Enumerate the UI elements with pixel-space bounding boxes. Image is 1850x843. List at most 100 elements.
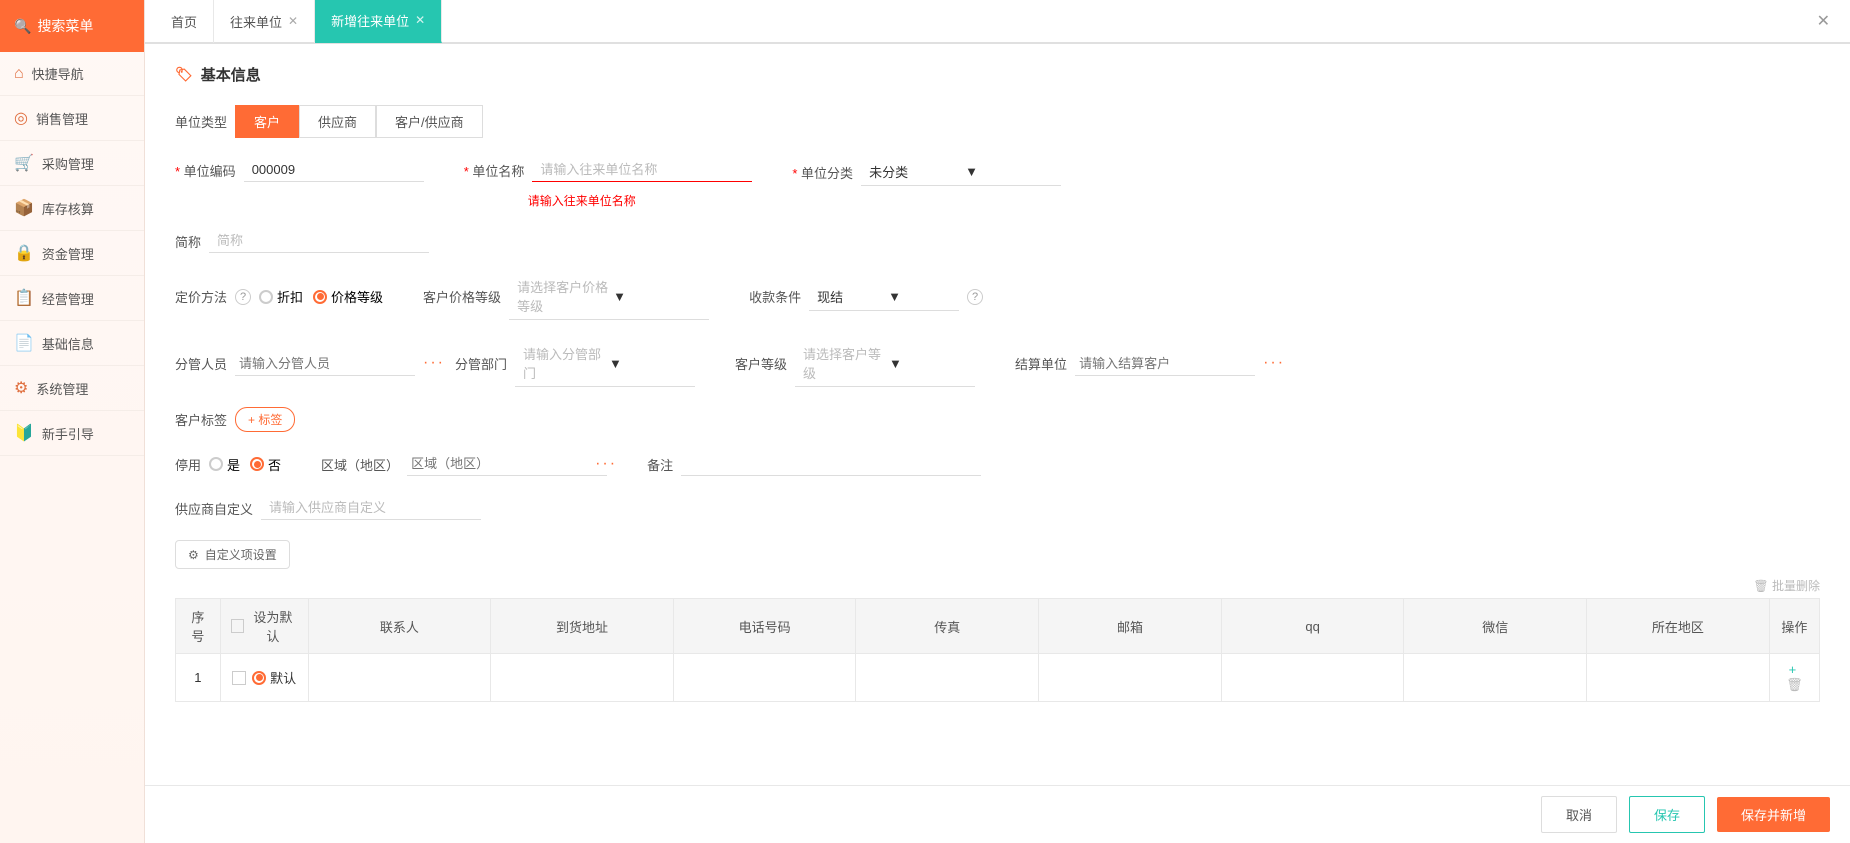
cell-address[interactable] (491, 654, 674, 702)
unit-type-label: 单位类型 (175, 112, 227, 131)
radio-price-level-circle (313, 290, 327, 304)
supplier-custom-input[interactable] (261, 496, 481, 520)
unit-code-group: 单位编码 (175, 158, 424, 182)
cancel-button[interactable]: 取消 (1541, 796, 1617, 833)
region-table-input[interactable] (1597, 666, 1759, 689)
contact-input[interactable] (319, 666, 481, 689)
sidebar-item-operations[interactable]: 📋 经营管理 (0, 276, 144, 321)
search-menu-item[interactable]: 🔍 搜索菜单 (0, 10, 144, 42)
cell-phone[interactable] (673, 654, 856, 702)
radio-price-level[interactable]: 价格等级 (313, 287, 383, 306)
save-button[interactable]: 保存 (1629, 796, 1705, 833)
cell-fax[interactable] (856, 654, 1039, 702)
tab-home-label: 首页 (171, 12, 197, 31)
purchase-icon: 🛒 (14, 153, 34, 173)
sidebar-item-label: 经营管理 (42, 289, 94, 308)
manager-more-btn[interactable]: ··· (419, 354, 449, 372)
settlement-unit-input[interactable] (1075, 352, 1259, 375)
sidebar: 🔍 搜索菜单 ⌂ 快捷导航 ◎ 销售管理 🛒 采购管理 📦 库存核算 🔒 资金管… (0, 0, 145, 843)
radio-disabled-yes-circle (209, 457, 223, 471)
tab-partners-label: 往来单位 (230, 12, 282, 31)
radio-disabled-no[interactable]: 否 (250, 455, 281, 474)
payment-terms-help[interactable]: ? (967, 289, 983, 305)
unit-name-input[interactable] (532, 158, 752, 182)
settlement-unit-more-btn[interactable]: ··· (1259, 354, 1289, 372)
sidebar-item-label: 系统管理 (36, 379, 88, 398)
save-new-button[interactable]: 保存并新增 (1717, 797, 1830, 832)
cell-wechat[interactable] (1404, 654, 1587, 702)
table-section: ⚙ 自定义项设置 🗑 批量删除 序号 设为默认 (175, 540, 1820, 702)
sidebar-item-inventory[interactable]: 📦 库存核算 (0, 186, 144, 231)
radio-discount[interactable]: 折扣 (259, 287, 303, 306)
cell-qq[interactable] (1221, 654, 1404, 702)
header-checkbox[interactable] (231, 619, 244, 633)
pricing-method-label: 定价方法 (175, 287, 227, 306)
customer-level-label: 客户等级 (735, 354, 787, 373)
custom-settings-label: 自定义项设置 (205, 546, 277, 563)
add-row-btn[interactable]: + (1789, 662, 1797, 677)
unit-category-value: 未分类 (869, 162, 961, 181)
unit-category-group: 单位分类 未分类 ▼ (792, 158, 1061, 186)
add-tag-button[interactable]: + 标签 (235, 407, 295, 432)
department-select[interactable]: 请输入分管部门 ▼ (515, 340, 695, 387)
col-contact: 联系人 (308, 599, 491, 654)
wechat-input[interactable] (1414, 666, 1576, 689)
cell-region[interactable] (1587, 654, 1770, 702)
row-default-radio[interactable]: 默认 (252, 668, 296, 687)
cell-email[interactable] (1039, 654, 1222, 702)
inventory-icon: 📦 (14, 198, 34, 218)
sidebar-item-finance[interactable]: 🔒 资金管理 (0, 231, 144, 276)
tab-new-partner[interactable]: 新增往来单位 ✕ (315, 0, 442, 43)
manager-input[interactable] (235, 352, 419, 375)
col-action: 操作 (1769, 599, 1819, 654)
sidebar-item-system[interactable]: ⚙ 系统管理 (0, 366, 144, 411)
guide-icon: 🔰 (14, 423, 34, 443)
supplier-custom-label: 供应商自定义 (175, 499, 253, 518)
unit-type-both-btn[interactable]: 客户/供应商 (376, 105, 483, 138)
radio-disabled-yes[interactable]: 是 (209, 455, 240, 474)
tab-partners[interactable]: 往来单位 ✕ (214, 0, 315, 43)
sidebar-item-quick-nav[interactable]: ⌂ 快捷导航 (0, 52, 144, 96)
qq-input[interactable] (1232, 666, 1394, 689)
sidebar-item-label: 基础信息 (42, 334, 94, 353)
sidebar-item-sales[interactable]: ◎ 销售管理 (0, 96, 144, 141)
tab-home[interactable]: 首页 (155, 0, 214, 43)
batch-delete-icon: 🗑 (1753, 579, 1768, 593)
unit-type-supplier-btn[interactable]: 供应商 (299, 105, 376, 138)
table-header-row: 序号 设为默认 联系人 到货地址 电话号码 传真 邮箱 qq (176, 599, 1820, 654)
unit-category-select[interactable]: 未分类 ▼ (861, 158, 1061, 186)
tab-partners-close[interactable]: ✕ (288, 14, 298, 28)
custom-settings-button[interactable]: ⚙ 自定义项设置 (175, 540, 290, 569)
unit-code-input[interactable] (244, 158, 424, 182)
note-input[interactable] (681, 452, 981, 476)
short-name-label: 简称 (175, 232, 201, 251)
sidebar-item-basic-info[interactable]: 📄 基础信息 (0, 321, 144, 366)
global-close-button[interactable]: ✕ (1807, 11, 1840, 31)
cell-contact[interactable] (308, 654, 491, 702)
fax-input[interactable] (866, 666, 1028, 689)
short-name-input[interactable] (209, 229, 429, 253)
phone-input[interactable] (684, 666, 846, 689)
email-input[interactable] (1049, 666, 1211, 689)
row-checkbox[interactable] (232, 671, 246, 685)
payment-terms-select[interactable]: 现结 ▼ (809, 283, 959, 311)
customer-price-level-select[interactable]: 请选择客户价格等级 ▼ (509, 273, 709, 320)
address-input[interactable] (501, 666, 663, 689)
sales-icon: ◎ (14, 108, 28, 128)
region-input[interactable] (407, 452, 591, 475)
tab-new-partner-close[interactable]: ✕ (415, 13, 425, 27)
unit-type-customer-btn[interactable]: 客户 (235, 105, 299, 138)
region-group: 区域（地区） ··· (321, 452, 607, 476)
customer-level-select[interactable]: 请选择客户等级 ▼ (795, 340, 975, 387)
department-group: 分管部门 请输入分管部门 ▼ (455, 340, 695, 387)
payment-terms-group: 收款条件 现结 ▼ ? (749, 283, 983, 311)
sidebar-item-new-guide[interactable]: 🔰 新手引导 (0, 411, 144, 456)
delete-row-btn[interactable]: 🗑 (1786, 677, 1803, 692)
sidebar-item-purchase[interactable]: 🛒 采购管理 (0, 141, 144, 186)
unit-type-group: 单位类型 客户 供应商 客户/供应商 (175, 105, 483, 138)
pricing-method-help[interactable]: ? (235, 289, 251, 305)
region-more-btn[interactable]: ··· (591, 455, 621, 473)
customer-level-chevron: ▼ (889, 356, 971, 371)
department-placeholder: 请输入分管部门 (523, 344, 605, 382)
unit-category-label: 单位分类 (792, 163, 853, 182)
